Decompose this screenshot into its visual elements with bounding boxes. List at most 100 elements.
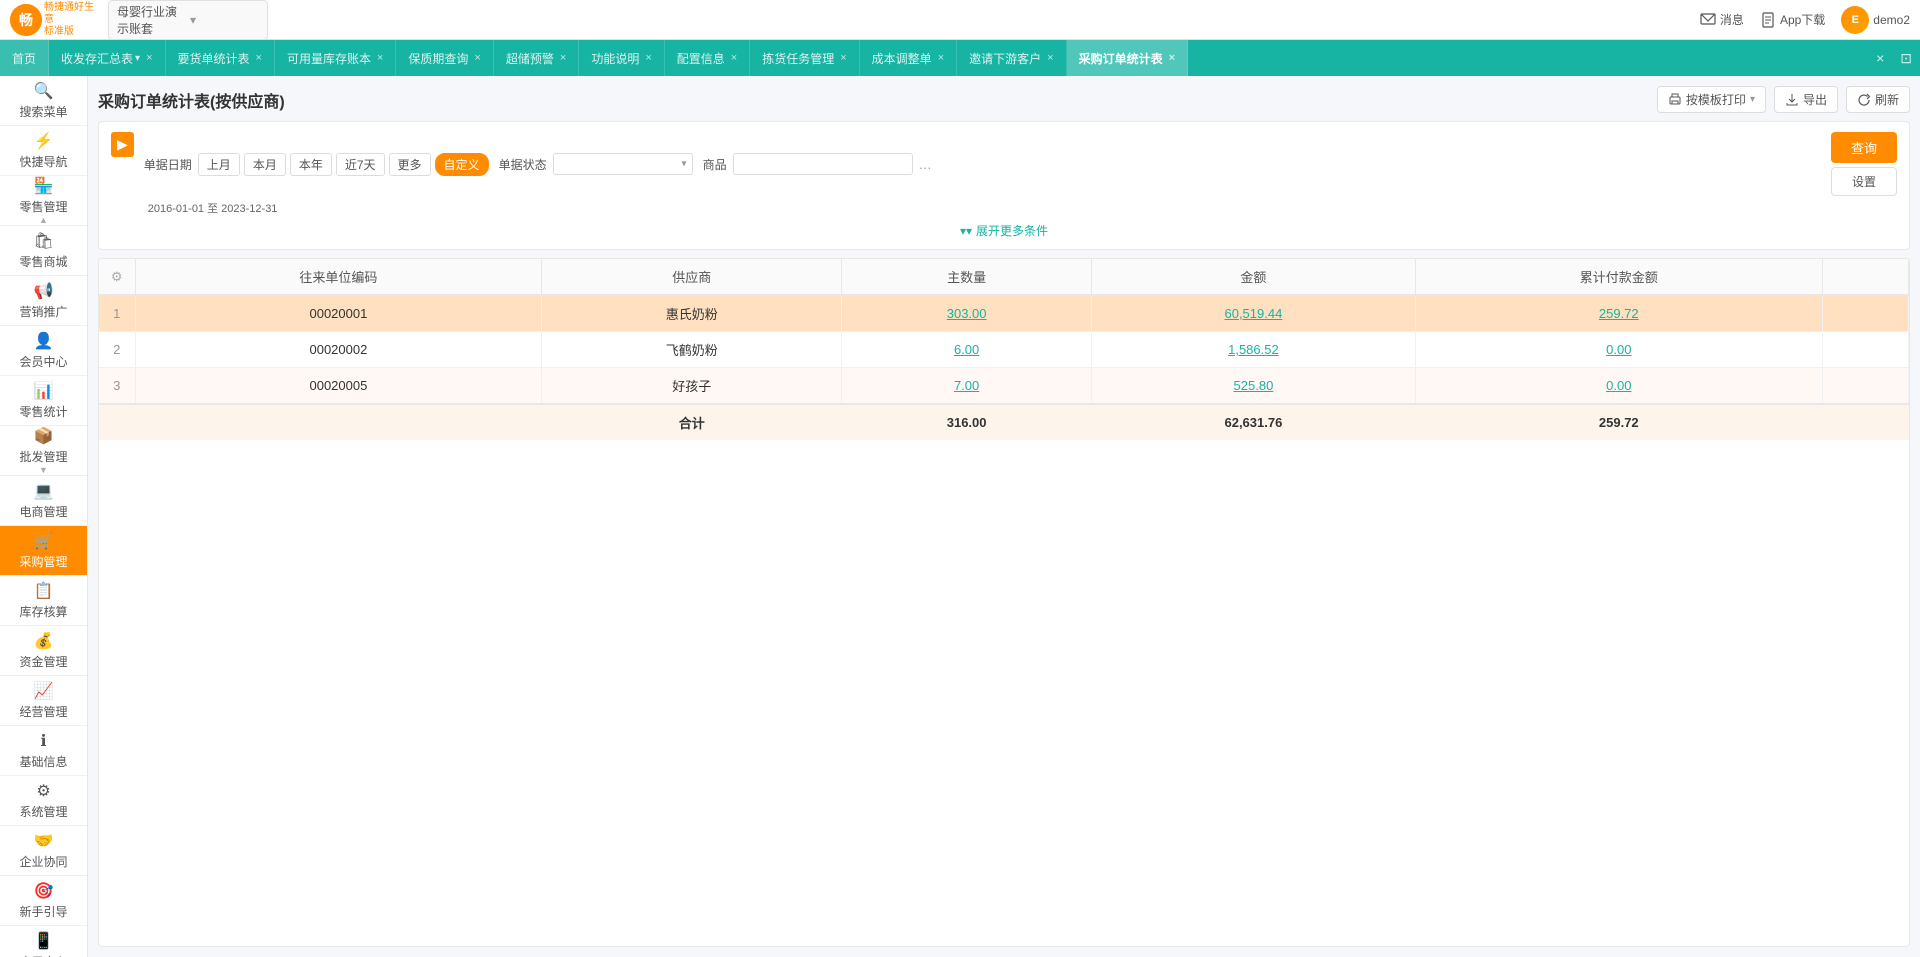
tab-caigou-label: 采购订单统计表: [1079, 50, 1163, 67]
tab-chengben[interactable]: 成本调整单 ×: [860, 40, 957, 76]
table-row[interactable]: 1 00020001 惠氏奶粉 303.00 60,519.44 259.72: [99, 295, 1909, 332]
tab-gongneng[interactable]: 功能说明 ×: [579, 40, 664, 76]
footer-extra: [1822, 404, 1908, 440]
sidebar-item-member[interactable]: 👤 会员中心: [0, 326, 87, 376]
newguide-icon: 🎯: [34, 881, 54, 901]
row1-qty[interactable]: 303.00: [842, 295, 1092, 332]
download-icon: [1760, 12, 1776, 28]
refresh-label: 刷新: [1875, 91, 1899, 108]
tab-yaohuo[interactable]: 要货单统计表 ×: [166, 40, 275, 76]
sidebar-item-inventory[interactable]: 📋 库存核算: [0, 576, 87, 626]
table-wrapper: ⚙ 往来单位编码 供应商 主数量 金额 累计付款金额 1 00020001: [98, 258, 1910, 947]
filter-expand: ▾▾ 展开更多条件: [111, 222, 1897, 239]
tab-maximize-btn[interactable]: ⊡: [1892, 40, 1920, 76]
date-btn-custom[interactable]: 自定义: [435, 153, 489, 176]
sidebar-item-marketing[interactable]: 📢 营销推广: [0, 276, 87, 326]
sidebar-item-basic[interactable]: ℹ 基础信息: [0, 726, 87, 776]
tab-peizhi[interactable]: 配置信息 ×: [665, 40, 750, 76]
row2-paid[interactable]: 0.00: [1415, 332, 1822, 368]
sidebar-item-retailstat[interactable]: 📊 零售统计: [0, 376, 87, 426]
sidebar-item-finance[interactable]: 💰 资金管理: [0, 626, 87, 676]
tab-chengben-close[interactable]: ×: [938, 52, 944, 64]
tab-yaoqing-label: 邀请下游客户: [969, 50, 1041, 67]
tab-peizhi-close[interactable]: ×: [731, 52, 737, 64]
sidebar-item-newguide[interactable]: 🎯 新手引导: [0, 876, 87, 926]
print-button[interactable]: 按模板打印 ▾: [1657, 86, 1766, 113]
sidebar-item-retail[interactable]: 🏪 零售管理 ▲: [0, 176, 87, 226]
row2-qty[interactable]: 6.00: [842, 332, 1092, 368]
tab-yaoqing-close[interactable]: ×: [1047, 52, 1053, 64]
table-row[interactable]: 3 00020005 好孩子 7.00 525.80 0.00: [99, 368, 1909, 405]
date-btn-more[interactable]: 更多: [389, 153, 431, 176]
sidebar-item-search[interactable]: 🔍 搜索菜单: [0, 76, 87, 126]
tab-keyong-label: 可用量库存账本: [287, 50, 371, 67]
tab-close-btn[interactable]: ×: [1868, 40, 1892, 76]
tab-caigou[interactable]: 采购订单统计表 ×: [1067, 40, 1188, 76]
sidebar-marketing-label: 营销推广: [19, 303, 67, 320]
tab-shoufaquan-close[interactable]: ×: [146, 52, 152, 64]
message-btn[interactable]: 消息: [1700, 11, 1744, 28]
tab-baozhiqi-close[interactable]: ×: [474, 52, 480, 64]
col-amount-header: 金额: [1091, 259, 1415, 295]
sidebar-item-wholesale[interactable]: 📦 批发管理 ▼: [0, 426, 87, 476]
tab-gongneng-label: 功能说明: [591, 50, 639, 67]
row3-extra: [1822, 368, 1908, 405]
row3-qty[interactable]: 7.00: [842, 368, 1092, 405]
tab-yaohuo-close[interactable]: ×: [256, 52, 262, 64]
settings-button[interactable]: 设置: [1831, 167, 1897, 196]
basic-icon: ℹ: [40, 731, 46, 751]
sidebar-item-retailshop[interactable]: 🛍 零售商城: [0, 226, 87, 276]
filter-toggle-btn[interactable]: ▶: [111, 132, 134, 157]
tab-baozhiqi[interactable]: 保质期查询 ×: [396, 40, 493, 76]
export-button[interactable]: 导出: [1774, 86, 1838, 113]
status-select[interactable]: 全部: [553, 153, 693, 175]
goods-more-btn[interactable]: …: [919, 157, 932, 172]
table-row[interactable]: 2 00020002 飞鹤奶粉 6.00 1,586.52 0.00: [99, 332, 1909, 368]
tab-keyong[interactable]: 可用量库存账本 ×: [275, 40, 396, 76]
search-icon: 🔍: [34, 81, 54, 101]
row1-paid[interactable]: 259.72: [1415, 295, 1822, 332]
tab-yaoqing[interactable]: 邀请下游客户 ×: [957, 40, 1066, 76]
tab-chengben-label: 成本调整单: [872, 50, 932, 67]
row3-amount[interactable]: 525.80: [1091, 368, 1415, 405]
sidebar-item-system[interactable]: ⚙ 系统管理: [0, 776, 87, 826]
date-btn-lastmonth[interactable]: 上月: [198, 153, 240, 176]
logo-text2: 标准版: [44, 26, 98, 38]
date-btn-thisyear[interactable]: 本年: [290, 153, 332, 176]
workspace-selector[interactable]: 母婴行业演示账套 ▾: [108, 0, 268, 40]
print-arrow: ▾: [1750, 94, 1755, 105]
tab-gongneng-close[interactable]: ×: [645, 52, 651, 64]
tab-home[interactable]: 首页: [0, 40, 49, 76]
sidebar-item-purchase[interactable]: 🛒 采购管理: [0, 526, 87, 576]
tab-chaochu-close[interactable]: ×: [560, 52, 566, 64]
sidebar-item-enterprise[interactable]: 🤝 企业协同: [0, 826, 87, 876]
tab-pihuo-close[interactable]: ×: [840, 52, 846, 64]
sidebar-item-operations[interactable]: 📈 经营管理: [0, 676, 87, 726]
expand-label: 展开更多条件: [976, 222, 1048, 239]
tab-caigou-close[interactable]: ×: [1169, 52, 1175, 64]
row1-amount[interactable]: 60,519.44: [1091, 295, 1415, 332]
sidebar-item-ecommerce[interactable]: 💻 电商管理: [0, 476, 87, 526]
inventory-icon: 📋: [34, 581, 54, 601]
tab-shoufaquan[interactable]: 收发存汇总表 ▾ ×: [49, 40, 165, 76]
query-button[interactable]: 查询: [1831, 132, 1897, 163]
refresh-button[interactable]: 刷新: [1846, 86, 1910, 113]
sidebar-enterprise-label: 企业协同: [19, 853, 67, 870]
expand-btn[interactable]: ▾▾ 展开更多条件: [960, 222, 1048, 239]
date-btn-7days[interactable]: 近7天: [336, 153, 385, 176]
user-menu[interactable]: E demo2: [1841, 6, 1910, 34]
tab-pihuo[interactable]: 拣货任务管理 ×: [750, 40, 859, 76]
sidebar-item-appcenter[interactable]: 📱 应用中心: [0, 926, 87, 957]
app-download-btn[interactable]: App下载: [1760, 11, 1825, 28]
sidebar-item-quicknav[interactable]: ⚡ 快捷导航: [0, 126, 87, 176]
row2-amount[interactable]: 1,586.52: [1091, 332, 1415, 368]
goods-input[interactable]: [733, 153, 913, 175]
tab-chaochu-label: 超储预警: [506, 50, 554, 67]
tab-keyong-close[interactable]: ×: [377, 52, 383, 64]
column-settings-icon[interactable]: ⚙: [111, 269, 123, 284]
retailstat-icon: 📊: [34, 381, 54, 401]
tab-chaochu[interactable]: 超储预警 ×: [494, 40, 579, 76]
row3-paid[interactable]: 0.00: [1415, 368, 1822, 405]
date-btn-thismonth[interactable]: 本月: [244, 153, 286, 176]
main-layout: 🔍 搜索菜单 ⚡ 快捷导航 🏪 零售管理 ▲ 🛍 零售商城 📢 营销推广 👤 会…: [0, 76, 1920, 957]
